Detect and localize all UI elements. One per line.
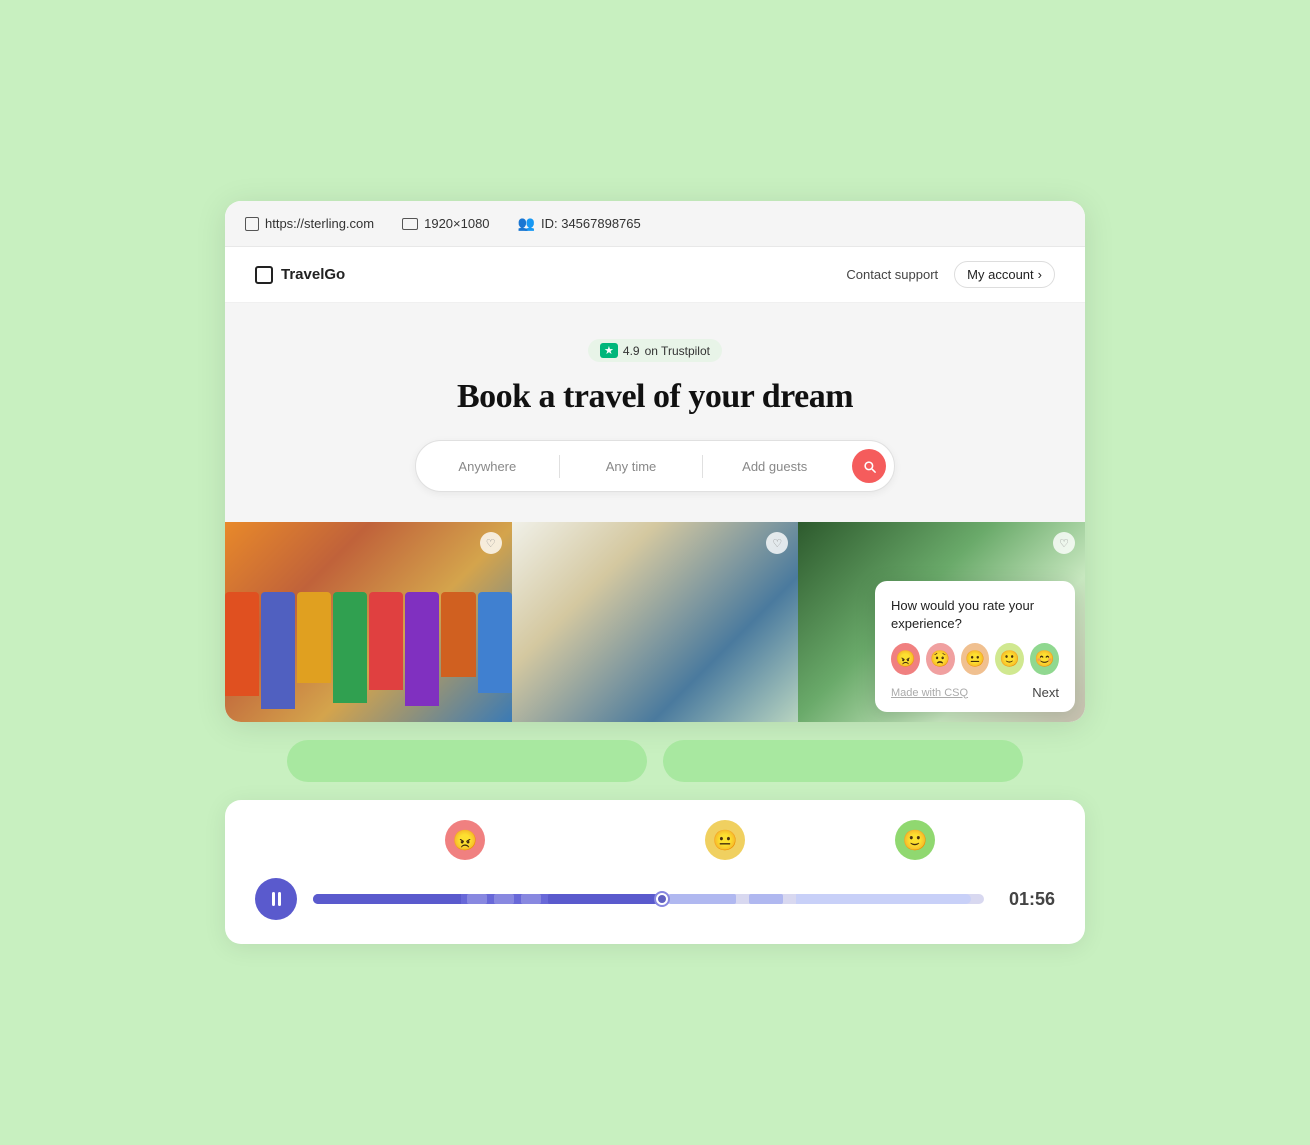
site-nav: TravelGo Contact support My account ›	[225, 247, 1085, 303]
pause-bar-2	[278, 892, 281, 906]
pill-buttons-row	[205, 740, 1105, 782]
favorite-icon-2[interactable]: ♡	[766, 532, 788, 554]
progress-track[interactable]	[313, 894, 984, 904]
destination-image-2[interactable]: ♡	[512, 522, 799, 722]
pause-icon	[272, 892, 281, 906]
player-time: 01:56	[1000, 889, 1055, 910]
chevron-right-icon: ›	[1038, 267, 1042, 282]
users-icon: 👥	[518, 215, 535, 232]
progress-seg-4	[796, 894, 970, 904]
emoji-option-angry[interactable]: 😠	[891, 643, 920, 675]
rating-platform: on Trustpilot	[645, 344, 710, 358]
emoji-option-sad[interactable]: 😟	[926, 643, 955, 675]
progress-seg-2	[548, 894, 655, 904]
my-account-button[interactable]: My account ›	[954, 261, 1055, 288]
website-content: TravelGo Contact support My account › ★ …	[225, 247, 1085, 722]
emoji-option-great[interactable]: 😊	[1030, 643, 1059, 675]
id-text: ID: 34567898765	[541, 216, 641, 231]
progress-seg-gap-4	[749, 894, 783, 904]
emoji-option-neutral[interactable]: 😐	[961, 643, 990, 675]
hero-title: Book a travel of your dream	[245, 378, 1065, 416]
browser-frame: https://sterling.com 1920×1080 👥 ID: 345…	[225, 201, 1085, 722]
pause-bar-1	[272, 892, 275, 906]
logo-icon	[255, 266, 273, 284]
url-bar[interactable]: https://sterling.com	[245, 216, 374, 231]
player-emoji-row: 😠 😐 🙂	[315, 820, 1055, 870]
session-id: 👥 ID: 34567898765	[518, 215, 641, 232]
survey-next-button[interactable]: Next	[1032, 685, 1059, 700]
progress-seg-3	[669, 894, 736, 904]
destination-image-1[interactable]: ♡	[225, 522, 512, 722]
progress-seg-gap-2	[494, 894, 514, 904]
search-guests[interactable]: Add guests	[703, 455, 846, 478]
search-icon	[862, 459, 877, 474]
browser-bar: https://sterling.com 1920×1080 👥 ID: 345…	[225, 201, 1085, 247]
favorite-icon-3[interactable]: ♡	[1053, 532, 1075, 554]
timeline-emoji-neutral: 😐	[705, 820, 745, 860]
contact-support-link[interactable]: Contact support	[846, 267, 938, 282]
progress-seg-gap-1	[467, 894, 487, 904]
resolution-text: 1920×1080	[424, 216, 489, 231]
survey-footer: Made with CSQ Next	[891, 685, 1059, 700]
trustpilot-star: ★	[600, 343, 618, 358]
pill-button-left[interactable]	[287, 740, 647, 782]
buildings-illustration	[225, 592, 512, 722]
search-button[interactable]	[852, 449, 886, 483]
url-icon	[245, 217, 259, 231]
search-bar[interactable]: Anywhere Any time Add guests	[415, 440, 895, 492]
player-panel: 😠 😐 🙂	[225, 800, 1085, 944]
trustpilot-badge: ★ 4.9 on Trustpilot	[588, 339, 722, 362]
survey-popup: How would you rate your experience? 😠 😟 …	[875, 581, 1075, 712]
my-account-label: My account	[967, 267, 1033, 282]
pill-button-right[interactable]	[663, 740, 1023, 782]
hero-section: ★ 4.9 on Trustpilot Book a travel of you…	[225, 303, 1085, 522]
resolution-display: 1920×1080	[402, 216, 489, 231]
rating-score: 4.9	[623, 344, 640, 358]
pause-button[interactable]	[255, 878, 297, 920]
image-grid: ♡ ♡ ♡ How would you rate your experience…	[225, 522, 1085, 722]
survey-question: How would you rate your experience?	[891, 597, 1059, 633]
progress-seg-1	[313, 894, 461, 904]
nav-right: Contact support My account ›	[846, 261, 1055, 288]
monitor-icon	[402, 218, 418, 230]
player-controls: 01:56	[255, 878, 1055, 920]
progress-thumb[interactable]	[656, 893, 668, 905]
timeline-emoji-happy: 🙂	[895, 820, 935, 860]
destination-image-3[interactable]: ♡ How would you rate your experience? 😠 …	[798, 522, 1085, 722]
url-text: https://sterling.com	[265, 216, 374, 231]
search-time[interactable]: Any time	[560, 455, 704, 478]
survey-made-by[interactable]: Made with CSQ	[891, 687, 968, 699]
timeline-emoji-angry: 😠	[445, 820, 485, 860]
logo-text: TravelGo	[281, 266, 345, 283]
favorite-icon-1[interactable]: ♡	[480, 532, 502, 554]
search-anywhere[interactable]: Anywhere	[416, 455, 560, 478]
survey-emojis: 😠 😟 😐 🙂 😊	[891, 643, 1059, 675]
progress-seg-gap-3	[521, 894, 541, 904]
emoji-option-happy[interactable]: 🙂	[995, 643, 1024, 675]
logo[interactable]: TravelGo	[255, 266, 345, 284]
